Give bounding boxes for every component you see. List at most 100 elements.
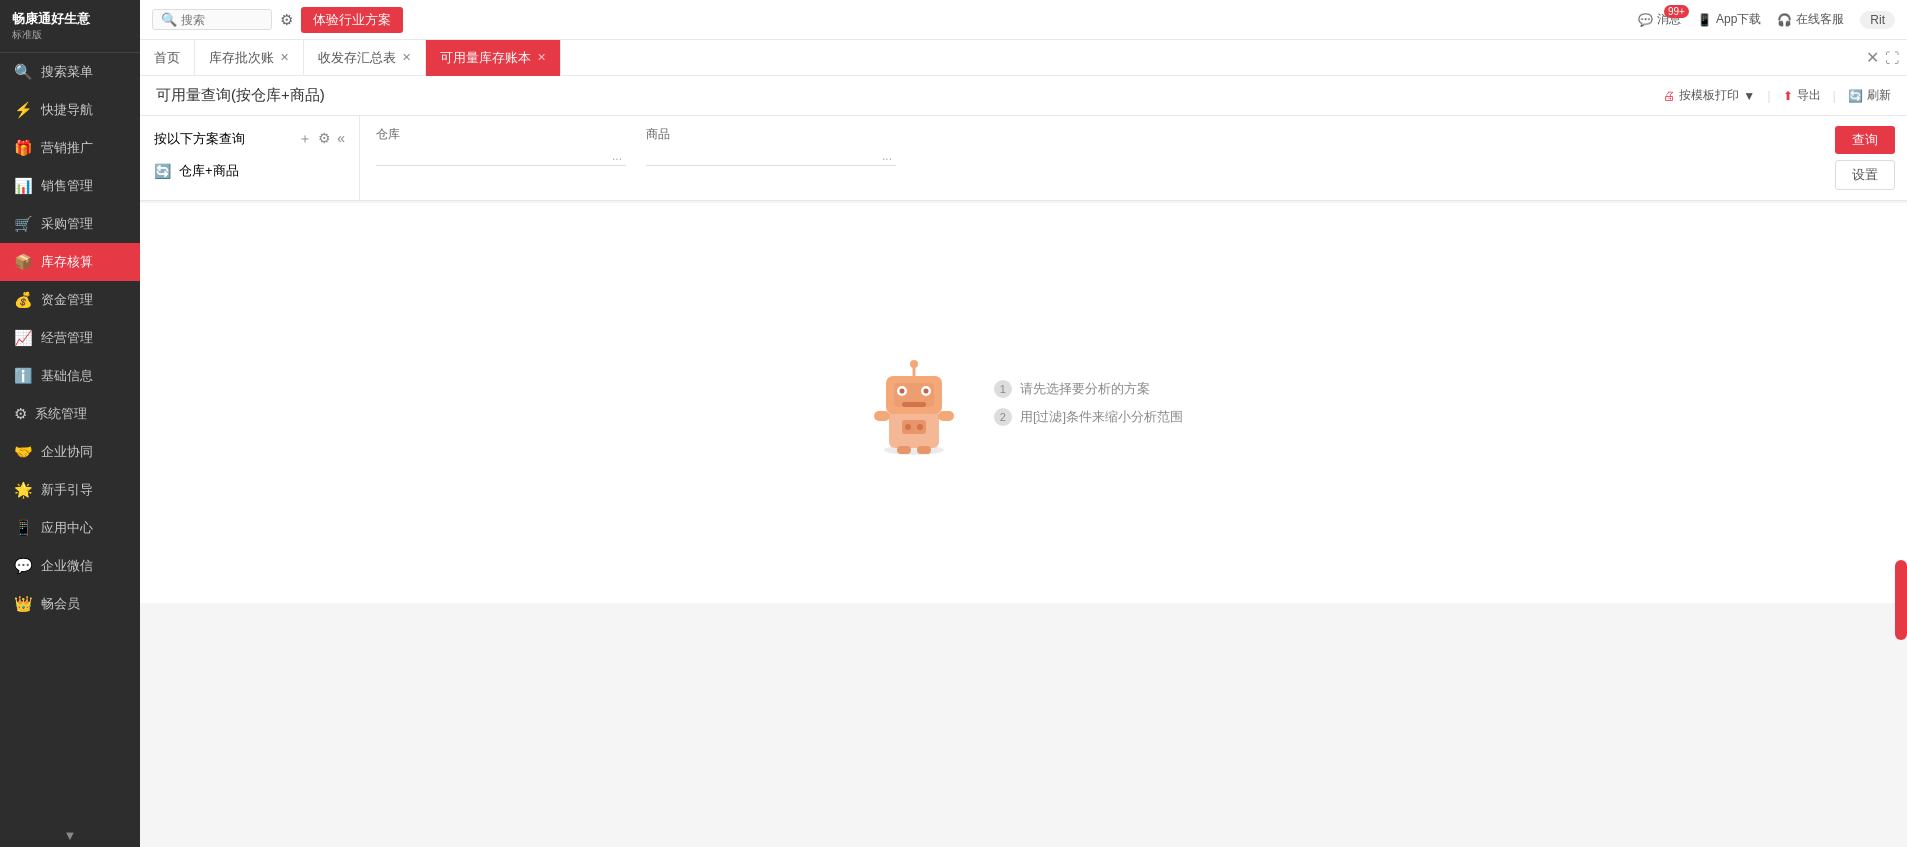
sidebar-label-5: 库存核算 xyxy=(41,253,93,271)
tip-2-number: 2 xyxy=(994,408,1012,426)
empty-illustration xyxy=(864,358,954,448)
search-input[interactable] xyxy=(181,13,261,27)
svg-point-7 xyxy=(923,389,928,394)
query-button[interactable]: 查询 xyxy=(1835,126,1895,154)
print-dropdown-icon[interactable]: ▼ xyxy=(1743,89,1755,103)
tip-1-text: 请先选择要分析的方案 xyxy=(1020,380,1150,398)
product-input[interactable] xyxy=(650,149,878,163)
sidebar-item-销售管理[interactable]: 📊 销售管理 xyxy=(0,167,140,205)
sidebar-label-8: 基础信息 xyxy=(41,367,93,385)
warehouse-field: 仓库 ... xyxy=(376,126,626,166)
sidebar-item-应用中心[interactable]: 📱 应用中心 xyxy=(0,509,140,547)
solution-button[interactable]: 体验行业方案 xyxy=(301,7,403,33)
tab-库存批次账[interactable]: 库存批次账✕ xyxy=(195,40,304,76)
sidebar-item-库存核算[interactable]: 📦 库存核算 xyxy=(0,243,140,281)
tab-bar: 首页库存批次账✕ 收发存汇总表 ✕ 可用量库存账本 ✕ ✕ ⛶ xyxy=(140,40,1907,76)
sidebar-label-9: 系统管理 xyxy=(35,405,87,423)
tip-2-text: 用[过滤]条件来缩小分析范围 xyxy=(1020,408,1183,426)
tab-close-2[interactable]: ✕ xyxy=(402,51,411,64)
warehouse-input[interactable] xyxy=(380,149,608,163)
sidebar-item-畅会员[interactable]: 👑 畅会员 xyxy=(0,585,140,623)
scheme-item-label: 仓库+商品 xyxy=(179,162,239,180)
tab-收发存汇总表[interactable]: 收发存汇总表 ✕ xyxy=(304,40,426,76)
filter-conditions: 仓库 ... 商品 ... xyxy=(360,116,1823,200)
filter-buttons: 查询 设置 xyxy=(1823,116,1907,200)
app-download-button[interactable]: 📱 App下载 xyxy=(1697,11,1761,28)
sidebar-icon-6: 💰 xyxy=(14,291,33,309)
filter-schemes-panel: 按以下方案查询 ＋ ⚙ « 🔄 仓库+商品 xyxy=(140,116,360,200)
scheme-actions: ＋ ⚙ « xyxy=(298,130,345,148)
svg-rect-15 xyxy=(938,411,954,421)
robot-svg xyxy=(864,358,964,458)
refresh-button[interactable]: 🔄 刷新 xyxy=(1848,87,1891,104)
sidebar-label-2: 营销推广 xyxy=(41,139,93,157)
sidebar-label-13: 企业微信 xyxy=(41,557,93,575)
sidebar-icon-8: ℹ️ xyxy=(14,367,33,385)
print-icon: 🖨 xyxy=(1663,89,1675,103)
user-menu[interactable]: Rit xyxy=(1860,11,1895,29)
product-more-icon[interactable]: ... xyxy=(882,149,892,163)
sidebar-item-采购管理[interactable]: 🛒 采购管理 xyxy=(0,205,140,243)
sidebar-icon-4: 🛒 xyxy=(14,215,33,233)
sidebar-icon-12: 📱 xyxy=(14,519,33,537)
sidebar-icon-0: 🔍 xyxy=(14,63,33,81)
tab-label-2: 收发存汇总表 xyxy=(318,49,396,67)
product-field: 商品 ... xyxy=(646,126,896,166)
topbar-search-box[interactable]: 🔍 xyxy=(152,9,272,30)
settings-button[interactable]: 设置 xyxy=(1835,160,1895,190)
sidebar-label-14: 畅会员 xyxy=(41,595,80,613)
tab-首页[interactable]: 首页 xyxy=(140,40,195,76)
sidebar-item-营销推广[interactable]: 🎁 营销推广 xyxy=(0,129,140,167)
message-button[interactable]: 💬 消息 99+ xyxy=(1638,11,1681,28)
settings-scheme-icon[interactable]: ⚙ xyxy=(318,130,331,148)
empty-content: 1 请先选择要分析的方案 2 用[过滤]条件来缩小分析范围 xyxy=(864,358,1183,448)
svg-point-10 xyxy=(910,360,918,368)
tab-label-0: 首页 xyxy=(154,49,180,67)
tab-label-3: 可用量库存账本 xyxy=(440,49,531,67)
svg-point-13 xyxy=(917,424,923,430)
sidebar-item-快捷导航[interactable]: ⚡ 快捷导航 xyxy=(0,91,140,129)
empty-tip-2: 2 用[过滤]条件来缩小分析范围 xyxy=(994,408,1183,426)
service-label: 在线客服 xyxy=(1796,11,1844,28)
sidebar-label-10: 企业协同 xyxy=(41,443,93,461)
divider: | xyxy=(1767,88,1770,103)
sidebar-item-新手引导[interactable]: 🌟 新手引导 xyxy=(0,471,140,509)
tabs-controls: ✕ ⛶ xyxy=(1858,48,1907,67)
empty-state: 1 请先选择要分析的方案 2 用[过滤]条件来缩小分析范围 xyxy=(140,203,1907,603)
sidebar-item-搜索菜单[interactable]: 🔍 搜索菜单 xyxy=(0,53,140,91)
sidebar-item-资金管理[interactable]: 💰 资金管理 xyxy=(0,281,140,319)
sidebar-icon-2: 🎁 xyxy=(14,139,33,157)
close-all-tabs-icon[interactable]: ✕ xyxy=(1866,48,1879,67)
refresh-label: 刷新 xyxy=(1867,87,1891,104)
search-icon: 🔍 xyxy=(161,12,177,27)
sidebar-item-企业微信[interactable]: 💬 企业微信 xyxy=(0,547,140,585)
sidebar-icon-11: 🌟 xyxy=(14,481,33,499)
sidebar-label-0: 搜索菜单 xyxy=(41,63,93,81)
sidebar-logo: 畅康通好生意 标准版 xyxy=(0,0,140,53)
gear-icon[interactable]: ⚙ xyxy=(280,11,293,29)
tab-可用量库存账本[interactable]: 可用量库存账本 ✕ xyxy=(426,40,561,76)
sidebar-item-基础信息[interactable]: ℹ️ 基础信息 xyxy=(0,357,140,395)
sidebar-item-经营管理[interactable]: 📈 经营管理 xyxy=(0,319,140,357)
sidebar-scroll-down[interactable]: ▼ xyxy=(0,824,140,847)
print-label: 按模板打印 xyxy=(1679,87,1739,104)
sidebar-item-系统管理[interactable]: ⚙ 系统管理 xyxy=(0,395,140,433)
add-scheme-icon[interactable]: ＋ xyxy=(298,130,312,148)
scheme-item-warehouse-product[interactable]: 🔄 仓库+商品 xyxy=(140,156,359,186)
service-button[interactable]: 🎧 在线客服 xyxy=(1777,11,1844,28)
warehouse-input-container[interactable]: ... xyxy=(376,147,626,166)
tab-close-3[interactable]: ✕ xyxy=(537,51,546,64)
page-content: 可用量查询(按仓库+商品) 🖨 按模板打印 ▼ | ⬆ 导出 | 🔄 刷新 xyxy=(140,76,1907,847)
sidebar-item-企业协同[interactable]: 🤝 企业协同 xyxy=(0,433,140,471)
tip-1-number: 1 xyxy=(994,380,1012,398)
collapse-scheme-icon[interactable]: « xyxy=(337,130,345,148)
export-button[interactable]: ⬆ 导出 xyxy=(1783,87,1821,104)
product-label: 商品 xyxy=(646,126,896,143)
product-input-container[interactable]: ... xyxy=(646,147,896,166)
expand-tabs-icon[interactable]: ⛶ xyxy=(1885,50,1899,66)
scheme-item-icon: 🔄 xyxy=(154,163,171,179)
warehouse-more-icon[interactable]: ... xyxy=(612,149,622,163)
sidebar-icon-9: ⚙ xyxy=(14,405,27,423)
print-button[interactable]: 🖨 按模板打印 ▼ xyxy=(1663,87,1755,104)
tab-close-1[interactable]: ✕ xyxy=(280,51,289,64)
